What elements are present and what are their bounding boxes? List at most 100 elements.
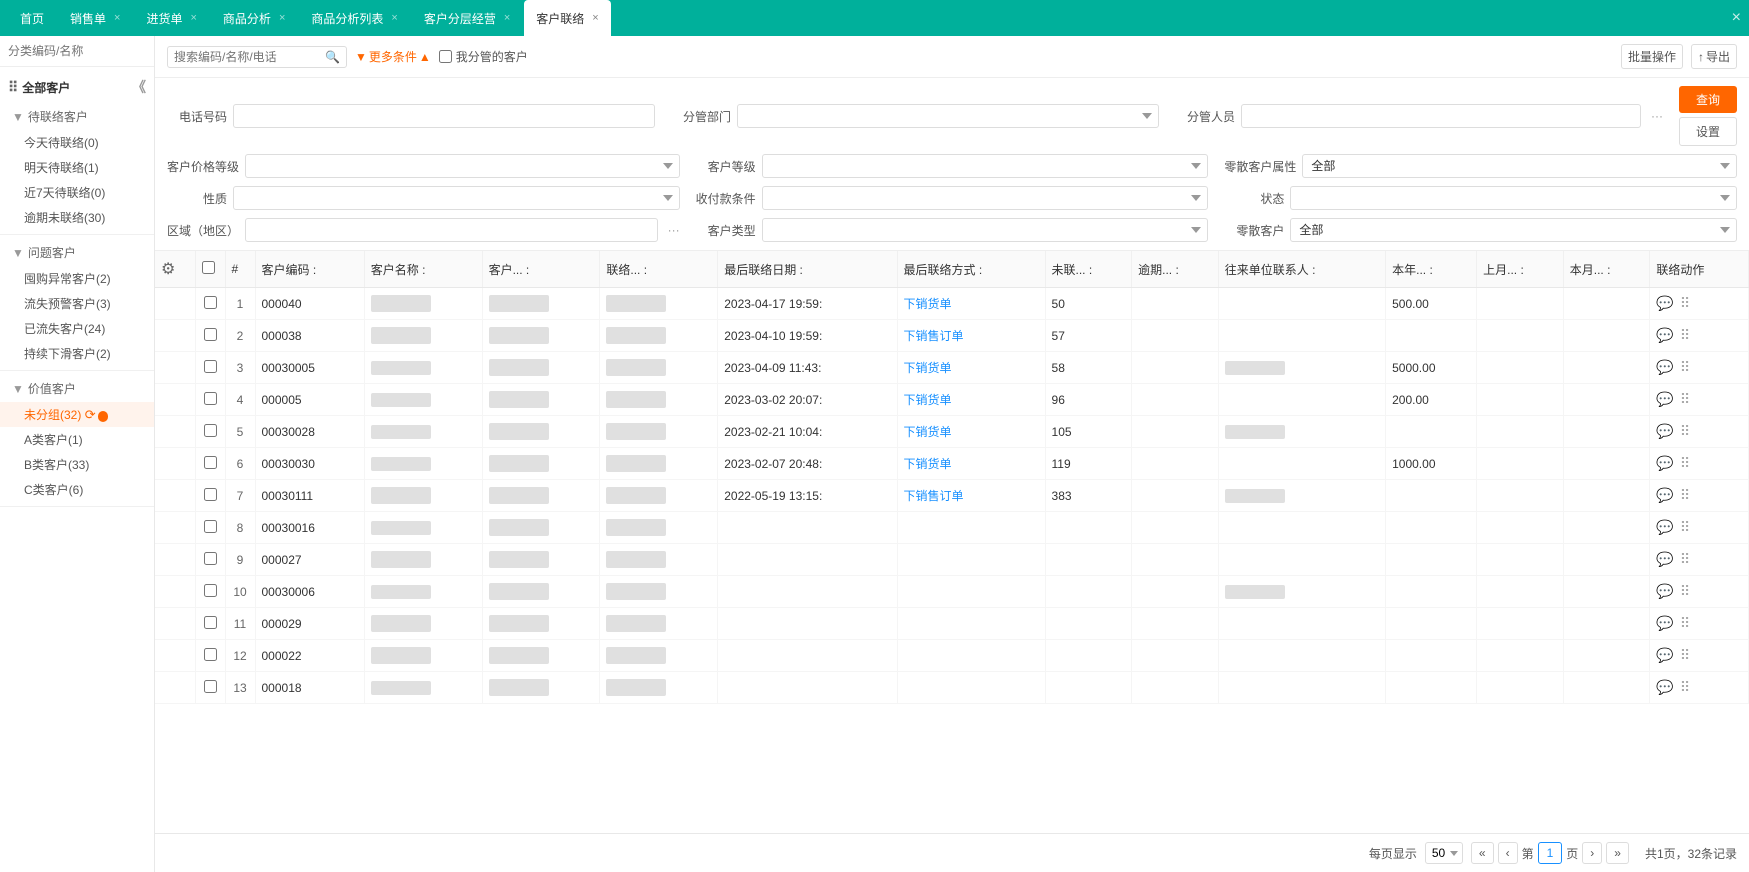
sidebar-item-2-0[interactable]: 未分组(32) ⟳ (0, 402, 154, 427)
col-check-cell[interactable] (195, 416, 225, 448)
nav-tab-1[interactable]: 进货单× (134, 0, 208, 36)
contact-call-icon[interactable]: 💬 (1656, 327, 1673, 344)
next-page-btn[interactable]: › (1582, 842, 1602, 864)
col-check-cell[interactable] (195, 512, 225, 544)
col-company-contact-header[interactable]: 往来单位联系人 : (1218, 251, 1385, 288)
col-check-cell[interactable] (195, 672, 225, 704)
col-check-cell[interactable] (195, 544, 225, 576)
phone-input[interactable] (233, 104, 655, 128)
customer-level-select[interactable] (762, 154, 1209, 178)
col-last-way-header[interactable]: 最后联络方式 : (897, 251, 1045, 288)
sidebar-item-1-1[interactable]: 流失预警客户(3) (0, 291, 154, 316)
sidebar-item-0-1[interactable]: 明天待联络(1) (0, 155, 154, 180)
sidebar-section-2[interactable]: ▼价值客户 (0, 375, 154, 402)
sidebar-collapse-btn[interactable]: 《 (132, 77, 146, 97)
col-check-cell[interactable] (195, 288, 225, 320)
contact-more-icon[interactable]: ⠿ (1680, 359, 1690, 376)
contact-more-icon[interactable]: ⠿ (1680, 551, 1690, 568)
sidebar-item-0-2[interactable]: 近7天待联络(0) (0, 180, 154, 205)
export-btn[interactable]: ↑ 导出 (1691, 44, 1737, 69)
col-check-cell[interactable] (195, 576, 225, 608)
my-customer-checkbox[interactable]: 我分管的客户 (439, 48, 528, 65)
col-this-month-header[interactable]: 本月... : (1563, 251, 1650, 288)
col-check-cell[interactable] (195, 384, 225, 416)
col-last-month-header[interactable]: 上月... : (1477, 251, 1564, 288)
contact-call-icon[interactable]: 💬 (1656, 551, 1673, 568)
col-settings[interactable]: ⚙ (155, 251, 195, 288)
region-input[interactable] (245, 218, 658, 242)
col-checkbox[interactable] (195, 251, 225, 288)
col-last-date-header[interactable]: 最后联络日期 : (718, 251, 897, 288)
contact-call-icon[interactable]: 💬 (1656, 519, 1673, 536)
sidebar-item-0-0[interactable]: 今天待联络(0) (0, 130, 154, 155)
status-select[interactable] (1290, 186, 1737, 210)
customer-type-select[interactable] (762, 218, 1209, 242)
col-overdue-header[interactable]: 逾期... : (1132, 251, 1219, 288)
nav-tab-0[interactable]: 销售单× (58, 0, 132, 36)
sidebar-item-1-3[interactable]: 持续下滑客户(2) (0, 341, 154, 366)
contact-more-icon[interactable]: ⠿ (1680, 519, 1690, 536)
nature-select[interactable] (233, 186, 680, 210)
nav-tab-5[interactable]: 客户联络× (524, 0, 610, 36)
sidebar-item-1-0[interactable]: 囤购异常客户(2) (0, 266, 154, 291)
tab-close-3[interactable]: × (391, 12, 397, 24)
retail-attr-select[interactable]: 全部 (1302, 154, 1737, 178)
tab-close-0[interactable]: × (114, 12, 120, 24)
contact-more-icon[interactable]: ⠿ (1680, 295, 1690, 312)
reset-btn[interactable]: 设置 (1679, 117, 1737, 146)
contact-more-icon[interactable]: ⠿ (1680, 423, 1690, 440)
contact-call-icon[interactable]: 💬 (1656, 615, 1673, 632)
manager-dots[interactable]: ··· (1651, 109, 1663, 123)
dept-select[interactable] (737, 104, 1159, 128)
sidebar-item-2-2[interactable]: B类客户(33) (0, 452, 154, 477)
page-size-select[interactable]: 50 (1425, 842, 1463, 864)
nav-tab-2[interactable]: 商品分析× (211, 0, 297, 36)
contact-call-icon[interactable]: 💬 (1656, 487, 1673, 504)
sidebar-item-2-1[interactable]: A类客户(1) (0, 427, 154, 452)
nav-home[interactable]: 首页 (8, 4, 56, 33)
last-page-btn[interactable]: » (1606, 842, 1629, 864)
contact-more-icon[interactable]: ⠿ (1680, 679, 1690, 696)
col-check-cell[interactable] (195, 640, 225, 672)
sidebar-section-1[interactable]: ▼问题客户 (0, 239, 154, 266)
contact-call-icon[interactable]: 💬 (1656, 455, 1673, 472)
col-check-cell[interactable] (195, 320, 225, 352)
col-this-year-header[interactable]: 本年... : (1386, 251, 1477, 288)
contact-call-icon[interactable]: 💬 (1656, 647, 1673, 664)
contact-more-icon[interactable]: ⠿ (1680, 455, 1690, 472)
retail-customer-select[interactable]: 全部 (1290, 218, 1737, 242)
sidebar-item-2-3[interactable]: C类客户(6) (0, 477, 154, 502)
refresh-icon[interactable]: ⟳ (85, 407, 96, 422)
contact-more-icon[interactable]: ⠿ (1680, 647, 1690, 664)
contact-call-icon[interactable]: 💬 (1656, 295, 1673, 312)
contact-more-icon[interactable]: ⠿ (1680, 327, 1690, 344)
contact-call-icon[interactable]: 💬 (1656, 391, 1673, 408)
col-check-cell[interactable] (195, 480, 225, 512)
first-page-btn[interactable]: « (1471, 842, 1494, 864)
tab-close-2[interactable]: × (279, 12, 285, 24)
tab-close-5[interactable]: × (592, 12, 598, 24)
contact-call-icon[interactable]: 💬 (1656, 583, 1673, 600)
sidebar-item-1-2[interactable]: 已流失客户(24) (0, 316, 154, 341)
prev-page-btn[interactable]: ‹ (1498, 842, 1518, 864)
sidebar-search-input[interactable] (8, 44, 155, 58)
bulk-ops-btn[interactable]: 批量操作 (1621, 44, 1683, 69)
more-conditions-btn[interactable]: ▼ 更多条件 ▲ (355, 48, 431, 65)
contact-call-icon[interactable]: 💬 (1656, 423, 1673, 440)
col-uncontact-header[interactable]: 未联... : (1045, 251, 1132, 288)
region-dots[interactable]: ··· (668, 223, 680, 237)
col-name-header[interactable]: 客户名称 : (364, 251, 482, 288)
tab-close-4[interactable]: × (504, 12, 510, 24)
col-check-cell[interactable] (195, 448, 225, 480)
contact-call-icon[interactable]: 💬 (1656, 359, 1673, 376)
sidebar-item-0-3[interactable]: 逾期未联络(30) (0, 205, 154, 230)
contact-more-icon[interactable]: ⠿ (1680, 583, 1690, 600)
col-type-header[interactable]: 客户... : (482, 251, 600, 288)
col-check-cell[interactable] (195, 608, 225, 640)
sidebar-section-0[interactable]: ▼待联络客户 (0, 103, 154, 130)
manager-input[interactable] (1241, 104, 1641, 128)
price-level-select[interactable] (245, 154, 680, 178)
contact-more-icon[interactable]: ⠿ (1680, 615, 1690, 632)
tab-close-1[interactable]: × (190, 12, 196, 24)
filter-search-icon[interactable]: 🔍 (325, 50, 340, 64)
